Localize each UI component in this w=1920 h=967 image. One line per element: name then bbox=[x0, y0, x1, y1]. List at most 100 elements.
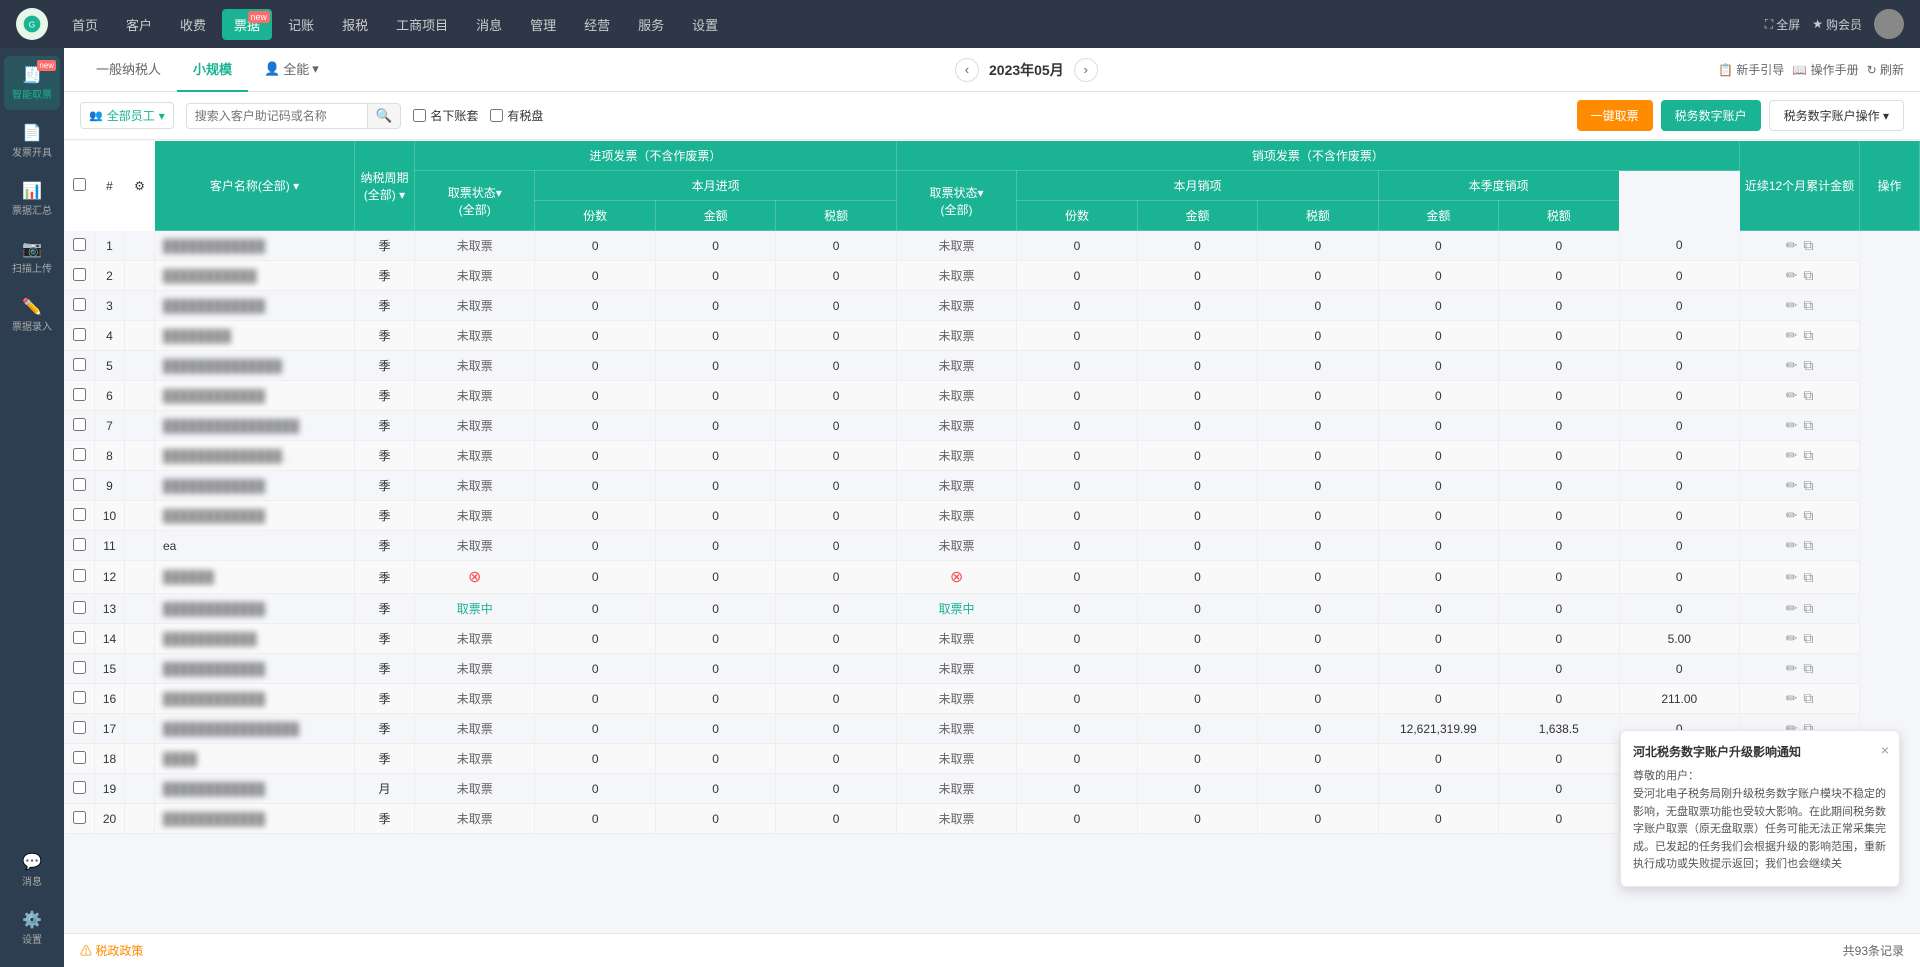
copy-icon[interactable]: ⧉ bbox=[1803, 297, 1813, 314]
header-in-fetch-status[interactable]: 取票状态▾(全部) bbox=[415, 171, 535, 231]
edit-icon[interactable]: ✏ bbox=[1786, 327, 1798, 344]
row-checkbox[interactable] bbox=[73, 268, 86, 281]
row-checkbox[interactable] bbox=[73, 781, 86, 794]
edit-icon[interactable]: ✏ bbox=[1786, 600, 1798, 617]
nav-tax[interactable]: 报税 bbox=[330, 9, 380, 40]
row-checkbox[interactable] bbox=[73, 691, 86, 704]
copy-icon[interactable]: ⧉ bbox=[1803, 507, 1813, 524]
nav-operate[interactable]: 经营 bbox=[572, 9, 622, 40]
sidebar-item-invoice-open[interactable]: 📄 发票开具 bbox=[4, 114, 60, 168]
edit-icon[interactable]: ✏ bbox=[1786, 507, 1798, 524]
copy-icon[interactable]: ⧉ bbox=[1803, 600, 1813, 617]
edit-icon[interactable]: ✏ bbox=[1786, 447, 1798, 464]
tab-general-taxpayer[interactable]: 一般纳税人 bbox=[80, 48, 177, 92]
edit-icon[interactable]: ✏ bbox=[1786, 417, 1798, 434]
row-checkbox[interactable] bbox=[73, 631, 86, 644]
edit-icon[interactable]: ✏ bbox=[1786, 357, 1798, 374]
header-period[interactable]: 纳税周期(全部) ▾ bbox=[355, 141, 415, 231]
sidebar-item-message[interactable]: 💬 消息 bbox=[4, 843, 60, 897]
nav-customer[interactable]: 客户 bbox=[114, 9, 164, 40]
tax-digital-ops-button[interactable]: 税务数字账户操作 ▾ bbox=[1769, 100, 1904, 131]
nav-accounting[interactable]: 记账 bbox=[276, 9, 326, 40]
copy-icon[interactable]: ⧉ bbox=[1803, 537, 1813, 554]
edit-icon[interactable]: ✏ bbox=[1786, 690, 1798, 707]
sub-ledger-checkbox[interactable] bbox=[413, 109, 426, 122]
row-checkbox[interactable] bbox=[73, 601, 86, 614]
nav-message[interactable]: 消息 bbox=[464, 9, 514, 40]
search-button[interactable]: 🔍 bbox=[367, 104, 401, 128]
sub-ledger-checkbox-label[interactable]: 名下账套 bbox=[413, 107, 478, 124]
user-avatar[interactable] bbox=[1874, 9, 1904, 39]
edit-icon[interactable]: ✏ bbox=[1786, 297, 1798, 314]
has-tax-checkbox[interactable] bbox=[490, 109, 503, 122]
nav-manage[interactable]: 管理 bbox=[518, 9, 568, 40]
sidebar-item-scan-upload[interactable]: 📷 扫描上传 bbox=[4, 230, 60, 284]
row-checkbox[interactable] bbox=[73, 508, 86, 521]
copy-icon[interactable]: ⧉ bbox=[1803, 630, 1813, 647]
row-checkbox[interactable] bbox=[73, 538, 86, 551]
refresh-link[interactable]: ↻ 刷新 bbox=[1867, 61, 1904, 78]
row-checkbox[interactable] bbox=[73, 388, 86, 401]
copy-icon[interactable]: ⧉ bbox=[1803, 387, 1813, 404]
nav-fee[interactable]: 收费 bbox=[168, 9, 218, 40]
tab-all[interactable]: 👤 全能 ▾ bbox=[248, 48, 335, 92]
edit-icon[interactable]: ✏ bbox=[1786, 660, 1798, 677]
manual-link[interactable]: 📖 操作手册 bbox=[1792, 61, 1858, 78]
one-key-fetch-button[interactable]: 一键取票 bbox=[1577, 100, 1653, 131]
nav-business[interactable]: 工商项目 bbox=[384, 9, 460, 40]
sidebar-item-settings[interactable]: ⚙️ 设置 bbox=[4, 901, 60, 955]
row-checkbox[interactable] bbox=[73, 358, 86, 371]
nav-service[interactable]: 服务 bbox=[626, 9, 676, 40]
tax-digital-button[interactable]: 税务数字账户 bbox=[1661, 100, 1761, 131]
edit-icon[interactable]: ✏ bbox=[1786, 387, 1798, 404]
row-checkbox[interactable] bbox=[73, 328, 86, 341]
row-cumulative: 0 bbox=[1619, 441, 1739, 471]
copy-icon[interactable]: ⧉ bbox=[1803, 690, 1813, 707]
copy-icon[interactable]: ⧉ bbox=[1803, 477, 1813, 494]
copy-icon[interactable]: ⧉ bbox=[1803, 417, 1813, 434]
period-prev-button[interactable]: ‹ bbox=[955, 58, 979, 82]
nav-home[interactable]: 首页 bbox=[60, 9, 110, 40]
edit-icon[interactable]: ✏ bbox=[1786, 267, 1798, 284]
period-next-button[interactable]: › bbox=[1074, 58, 1098, 82]
row-checkbox[interactable] bbox=[73, 661, 86, 674]
tab-small-scale[interactable]: 小规模 bbox=[177, 48, 248, 92]
row-checkbox[interactable] bbox=[73, 448, 86, 461]
copy-icon[interactable]: ⧉ bbox=[1803, 237, 1813, 254]
employee-filter[interactable]: 👥 全部员工 ▾ bbox=[80, 102, 174, 129]
row-checkbox[interactable] bbox=[73, 721, 86, 734]
fullscreen-button[interactable]: ⛶ 全屏 bbox=[1765, 16, 1800, 33]
row-checkbox[interactable] bbox=[73, 238, 86, 251]
copy-icon[interactable]: ⧉ bbox=[1803, 267, 1813, 284]
edit-icon[interactable]: ✏ bbox=[1786, 630, 1798, 647]
row-checkbox[interactable] bbox=[73, 298, 86, 311]
row-checkbox[interactable] bbox=[73, 418, 86, 431]
edit-icon[interactable]: ✏ bbox=[1786, 237, 1798, 254]
edit-icon[interactable]: ✏ bbox=[1786, 537, 1798, 554]
copy-icon[interactable]: ⧉ bbox=[1803, 569, 1813, 586]
copy-icon[interactable]: ⧉ bbox=[1803, 357, 1813, 374]
row-checkbox[interactable] bbox=[73, 751, 86, 764]
copy-icon[interactable]: ⧉ bbox=[1803, 327, 1813, 344]
sidebar-item-invoice-summary[interactable]: 📊 票据汇总 bbox=[4, 172, 60, 226]
member-button[interactable]: ★ 购会员 bbox=[1812, 16, 1862, 33]
tax-policy-link[interactable]: ⚠ 税政政策 bbox=[80, 942, 143, 959]
nav-settings[interactable]: 设置 bbox=[680, 9, 730, 40]
edit-icon[interactable]: ✏ bbox=[1786, 569, 1798, 586]
has-tax-checkbox-label[interactable]: 有税盘 bbox=[490, 107, 543, 124]
sidebar-item-invoice-entry[interactable]: ✏️ 票据录入 bbox=[4, 288, 60, 342]
edit-icon[interactable]: ✏ bbox=[1786, 477, 1798, 494]
copy-icon[interactable]: ⧉ bbox=[1803, 447, 1813, 464]
row-checkbox[interactable] bbox=[73, 569, 86, 582]
row-checkbox[interactable] bbox=[73, 811, 86, 824]
select-all-checkbox[interactable] bbox=[73, 178, 86, 191]
search-input[interactable] bbox=[187, 105, 367, 127]
new-guide-link[interactable]: 📋 新手引导 bbox=[1718, 61, 1784, 78]
sidebar-item-smart-fetch[interactable]: 🧾 智能取票 new bbox=[4, 56, 60, 110]
header-out-fetch-status[interactable]: 取票状态▾(全部) bbox=[896, 171, 1016, 231]
copy-icon[interactable]: ⧉ bbox=[1803, 660, 1813, 677]
row-checkbox[interactable] bbox=[73, 478, 86, 491]
header-name[interactable]: 客户名称(全部) ▾ bbox=[155, 141, 355, 231]
nav-invoice[interactable]: 票据 new bbox=[222, 9, 272, 40]
notification-close-button[interactable]: × bbox=[1881, 739, 1889, 761]
